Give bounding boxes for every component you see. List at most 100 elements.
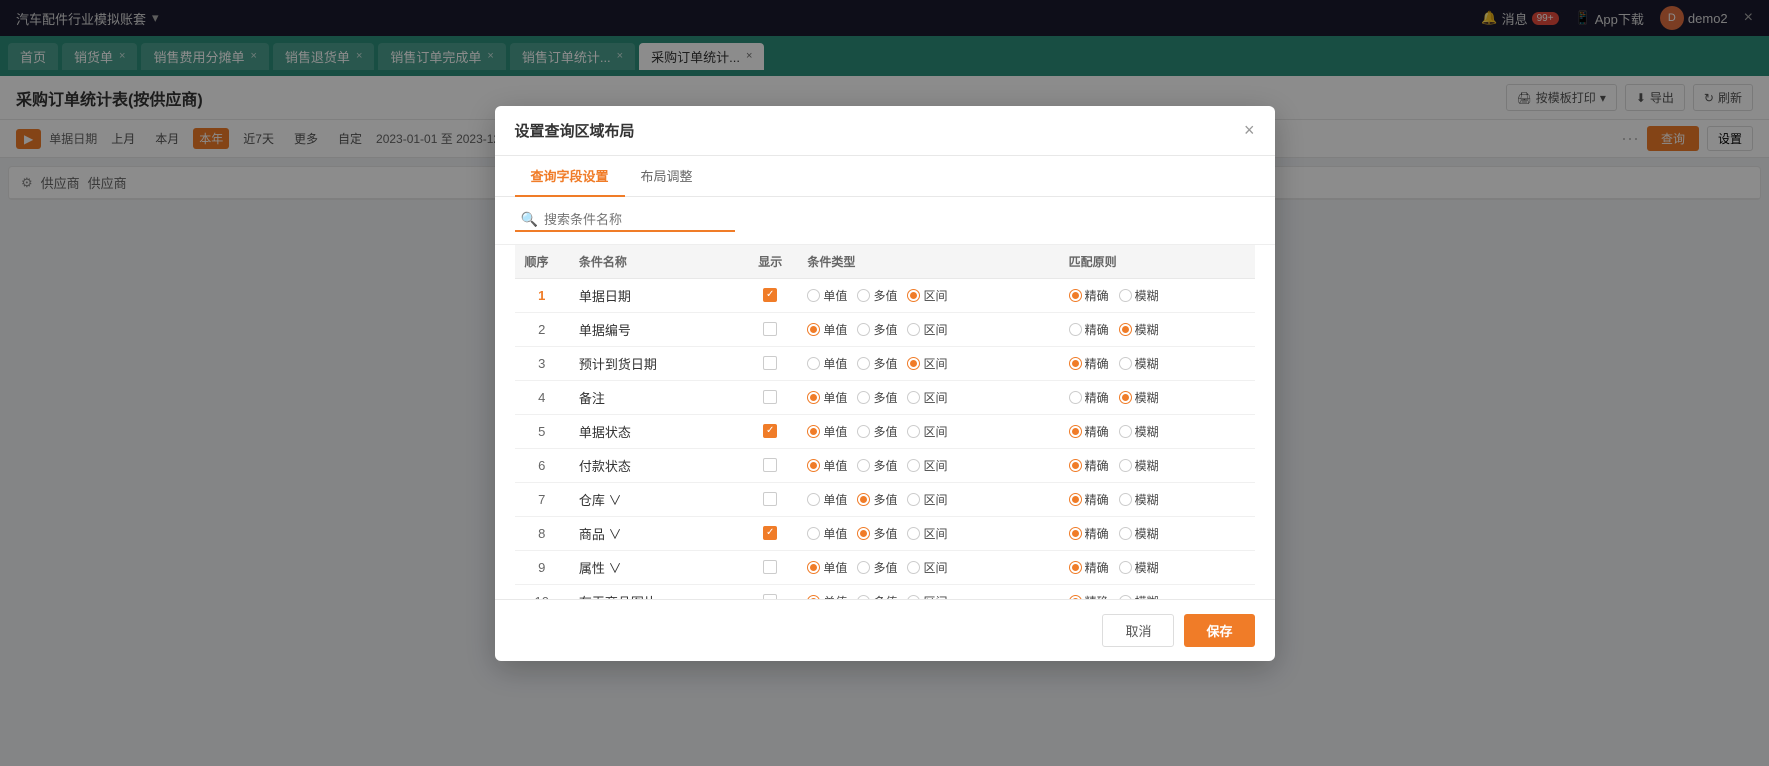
radio-type-多值-5[interactable]: 多值: [857, 457, 897, 474]
row-order-0: 1: [515, 279, 569, 313]
radio-type-区间-1[interactable]: 区间: [907, 321, 947, 338]
row-type-3: 单值多值区间: [797, 380, 1058, 414]
col-match: 匹配原则: [1059, 245, 1255, 279]
checkbox-display-2[interactable]: [763, 356, 777, 370]
radio-match-精确-8[interactable]: 精确: [1069, 559, 1109, 576]
radio-type-多值-1[interactable]: 多值: [857, 321, 897, 338]
search-icon: 🔍: [521, 211, 538, 228]
radio-type-单值-5[interactable]: 单值: [807, 457, 847, 474]
radio-type-单值-4[interactable]: 单值: [807, 423, 847, 440]
dialog-tab-query-fields[interactable]: 查询字段设置: [515, 156, 625, 197]
row-type-7: 单值多值区间: [797, 516, 1058, 550]
checkbox-display-5[interactable]: [763, 458, 777, 472]
radio-type-区间-3[interactable]: 区间: [907, 389, 947, 406]
radio-type-单值-8[interactable]: 单值: [807, 559, 847, 576]
row-type-9: 单值多值区间: [797, 584, 1058, 599]
dialog-table-header-table: 顺序 条件名称 显示 条件类型 匹配原则: [515, 245, 1255, 279]
row-match-9: 精确模糊: [1059, 584, 1255, 599]
radio-match-模糊-0[interactable]: 模糊: [1119, 287, 1159, 304]
checkbox-display-3[interactable]: [763, 390, 777, 404]
row-display-0[interactable]: [743, 279, 797, 313]
radio-type-多值-3[interactable]: 多值: [857, 389, 897, 406]
row-name-9: 有无商品图片: [569, 584, 743, 599]
checkbox-display-7[interactable]: [763, 526, 777, 540]
radio-match-模糊-4[interactable]: 模糊: [1119, 423, 1159, 440]
checkbox-display-0[interactable]: [763, 288, 777, 302]
dialog-title: 设置查询区域布局: [515, 120, 635, 141]
radio-type-多值-6[interactable]: 多值: [857, 491, 897, 508]
radio-type-多值-4[interactable]: 多值: [857, 423, 897, 440]
row-order-3: 4: [515, 380, 569, 414]
row-display-3[interactable]: [743, 380, 797, 414]
modal-overlay: 设置查询区域布局 × 查询字段设置 布局调整 🔍: [0, 0, 1769, 766]
row-display-1[interactable]: [743, 312, 797, 346]
dialog-tab-layout-label: 布局调整: [641, 169, 693, 184]
row-name-8: 属性 ∨: [569, 550, 743, 584]
cancel-btn[interactable]: 取消: [1102, 614, 1174, 647]
radio-type-区间-4[interactable]: 区间: [907, 423, 947, 440]
row-type-4: 单值多值区间: [797, 414, 1058, 448]
radio-type-区间-2[interactable]: 区间: [907, 355, 947, 372]
col-order: 顺序: [515, 245, 569, 279]
row-order-8: 9: [515, 550, 569, 584]
radio-type-多值-2[interactable]: 多值: [857, 355, 897, 372]
radio-type-单值-1[interactable]: 单值: [807, 321, 847, 338]
checkbox-display-6[interactable]: [763, 492, 777, 506]
radio-match-精确-1[interactable]: 精确: [1069, 321, 1109, 338]
radio-type-区间-7[interactable]: 区间: [907, 525, 947, 542]
radio-type-单值-2[interactable]: 单值: [807, 355, 847, 372]
radio-match-精确-4[interactable]: 精确: [1069, 423, 1109, 440]
radio-match-模糊-2[interactable]: 模糊: [1119, 355, 1159, 372]
radio-match-精确-3[interactable]: 精确: [1069, 389, 1109, 406]
checkbox-display-1[interactable]: [763, 322, 777, 336]
radio-match-模糊-3[interactable]: 模糊: [1119, 389, 1159, 406]
row-display-4[interactable]: [743, 414, 797, 448]
radio-match-精确-7[interactable]: 精确: [1069, 525, 1109, 542]
radio-type-单值-0[interactable]: 单值: [807, 287, 847, 304]
row-order-5: 6: [515, 448, 569, 482]
row-match-3: 精确模糊: [1059, 380, 1255, 414]
col-display: 显示: [743, 245, 797, 279]
radio-match-模糊-5[interactable]: 模糊: [1119, 457, 1159, 474]
radio-type-单值-7[interactable]: 单值: [807, 525, 847, 542]
row-display-5[interactable]: [743, 448, 797, 482]
radio-type-区间-6[interactable]: 区间: [907, 491, 947, 508]
radio-match-模糊-6[interactable]: 模糊: [1119, 491, 1159, 508]
radio-match-精确-2[interactable]: 精确: [1069, 355, 1109, 372]
row-type-0: 单值多值区间: [797, 279, 1058, 313]
dialog-tab-layout[interactable]: 布局调整: [625, 156, 709, 197]
dialog-search-area: 🔍: [495, 197, 1275, 245]
radio-match-模糊-8[interactable]: 模糊: [1119, 559, 1159, 576]
radio-type-多值-7[interactable]: 多值: [857, 525, 897, 542]
radio-match-模糊-7[interactable]: 模糊: [1119, 525, 1159, 542]
radio-match-精确-6[interactable]: 精确: [1069, 491, 1109, 508]
radio-type-区间-0[interactable]: 区间: [907, 287, 947, 304]
radio-type-多值-8[interactable]: 多值: [857, 559, 897, 576]
checkbox-display-8[interactable]: [763, 560, 777, 574]
dialog-table-body-wrap: 1单据日期单值多值区间精确模糊2单据编号单值多值区间精确模糊3预计到货日期单值多…: [495, 279, 1275, 599]
radio-match-模糊-1[interactable]: 模糊: [1119, 321, 1159, 338]
radio-match-精确-5[interactable]: 精确: [1069, 457, 1109, 474]
row-display-8[interactable]: [743, 550, 797, 584]
radio-type-单值-6[interactable]: 单值: [807, 491, 847, 508]
radio-type-区间-8[interactable]: 区间: [907, 559, 947, 576]
radio-type-区间-5[interactable]: 区间: [907, 457, 947, 474]
row-display-7[interactable]: [743, 516, 797, 550]
row-order-1: 2: [515, 312, 569, 346]
row-match-7: 精确模糊: [1059, 516, 1255, 550]
search-input[interactable]: [544, 212, 724, 227]
radio-type-多值-0[interactable]: 多值: [857, 287, 897, 304]
radio-type-单值-3[interactable]: 单值: [807, 389, 847, 406]
checkbox-display-4[interactable]: [763, 424, 777, 438]
save-btn[interactable]: 保存: [1184, 614, 1254, 647]
dialog-footer: 取消 保存: [495, 599, 1275, 661]
dialog-close-btn[interactable]: ×: [1244, 121, 1255, 139]
row-display-9[interactable]: [743, 584, 797, 599]
row-name-1: 单据编号: [569, 312, 743, 346]
row-match-0: 精确模糊: [1059, 279, 1255, 313]
col-name: 条件名称: [569, 245, 743, 279]
row-display-2[interactable]: [743, 346, 797, 380]
row-display-6[interactable]: [743, 482, 797, 516]
radio-match-精确-0[interactable]: 精确: [1069, 287, 1109, 304]
row-order-4: 5: [515, 414, 569, 448]
